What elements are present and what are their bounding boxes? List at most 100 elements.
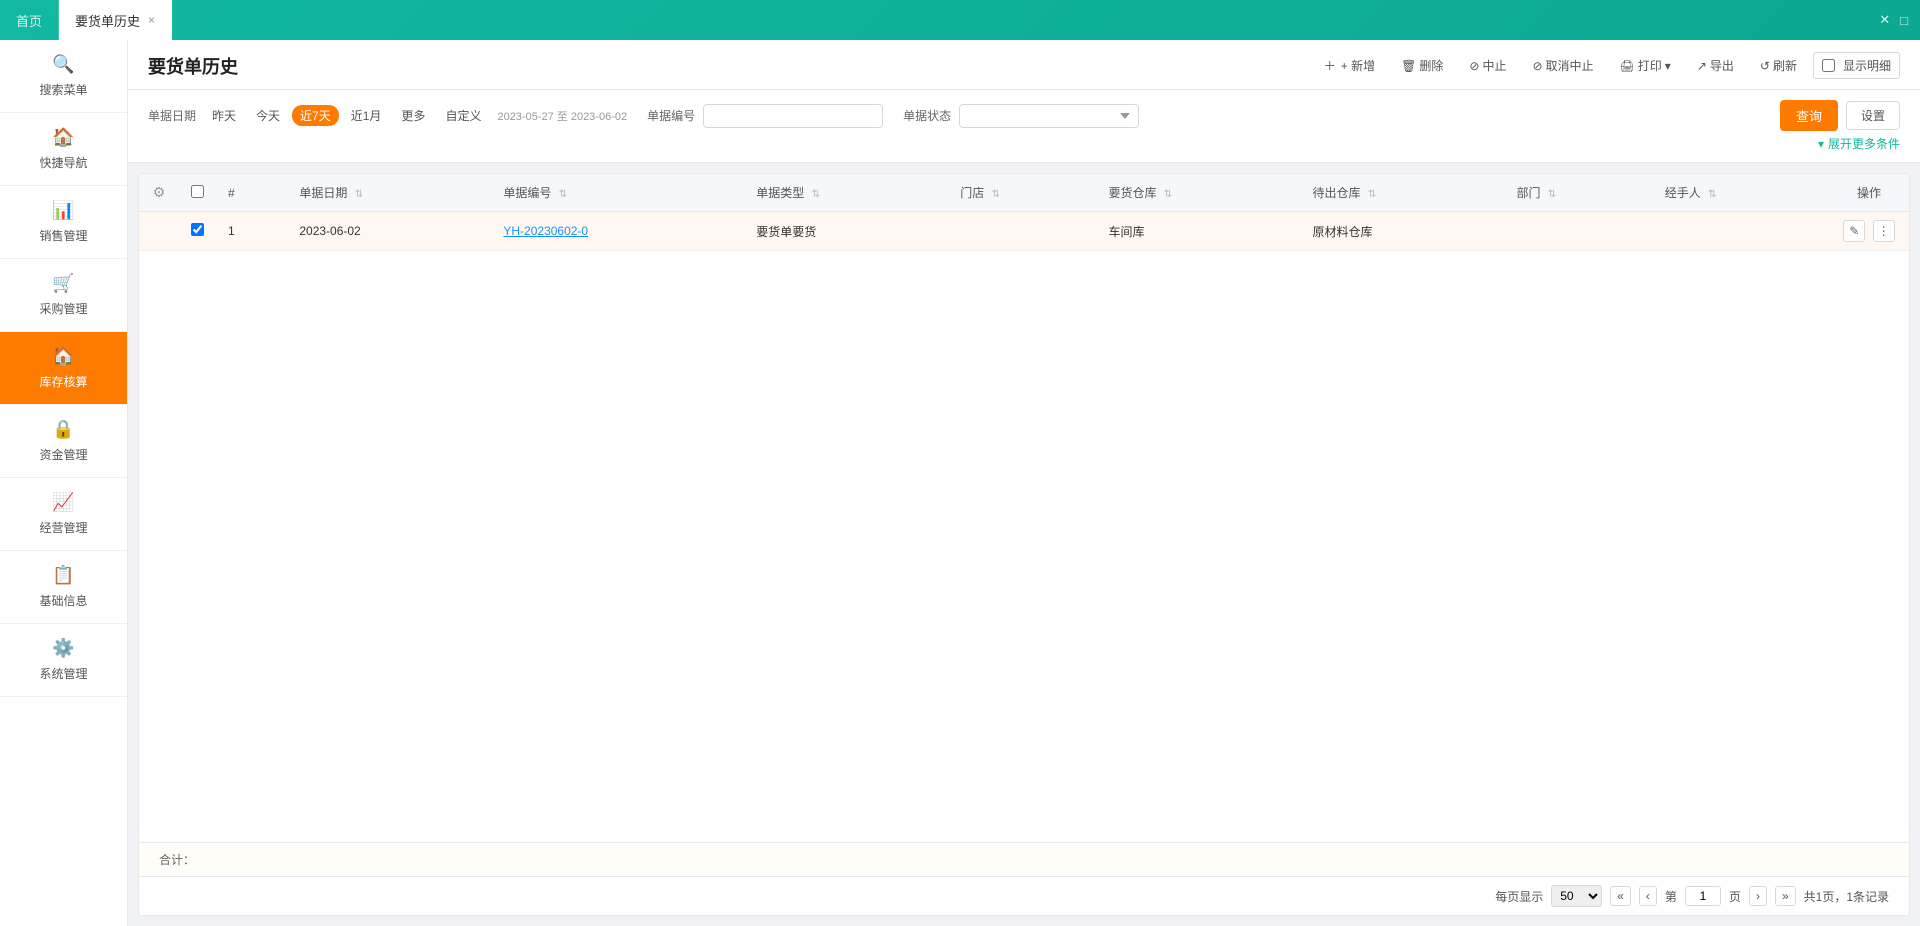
table-scroll[interactable]: ⚙ # 单据日期 ⇅ 单据编号 xyxy=(139,174,1909,842)
row-settings-col xyxy=(139,212,179,251)
first-page-btn[interactable]: « xyxy=(1610,886,1631,906)
page-header: 要货单历史 ＋ + 新增 🗑 删除 ⊘ 中止 ⊘ xyxy=(128,40,1920,90)
sidebar-item-inventory[interactable]: 🏠 库存核算 xyxy=(0,332,127,405)
tab-yaohuodan-close[interactable]: × xyxy=(148,13,155,27)
sidebar-item-sales-mgmt-label: 销售管理 xyxy=(39,227,87,244)
date-btn-yesterday[interactable]: 昨天 xyxy=(204,105,244,126)
display-detail-label: 显示明细 xyxy=(1843,57,1891,74)
th-store: 门店 ⇅ xyxy=(948,174,1096,212)
sidebar-item-base-info[interactable]: 📋 基础信息 xyxy=(0,551,127,624)
top-close-btn[interactable]: ✕ xyxy=(1879,12,1890,28)
sidebar-item-quick-nav-label: 快捷导航 xyxy=(39,154,87,171)
sidebar-item-finance-mgmt[interactable]: 🔒 资金管理 xyxy=(0,405,127,478)
doc-no-sort-icon[interactable]: ⇅ xyxy=(559,189,567,200)
filter-second-row: ▾ 展开更多条件 xyxy=(148,135,1900,152)
content-area: 要货单历史 ＋ + 新增 🗑 删除 ⊘ 中止 ⊘ xyxy=(128,40,1920,926)
th-checkbox xyxy=(179,174,216,212)
per-page-label: 每页显示 xyxy=(1495,888,1543,905)
delete-button[interactable]: 🗑 删除 xyxy=(1391,52,1453,79)
top-bar: 首页 要货单历史 × ✕ □ xyxy=(0,0,1920,40)
table-row: 1 2023-06-02 YH-20230602-0 要货单要货 车间库 原材料… xyxy=(139,212,1909,251)
row-doc-no[interactable]: YH-20230602-0 xyxy=(491,212,744,251)
sidebar-item-purchase-mgmt-label: 采购管理 xyxy=(39,300,87,317)
expand-more-btn[interactable]: ▾ 展开更多条件 xyxy=(1818,135,1900,152)
settings-button[interactable]: 设置 xyxy=(1846,101,1900,130)
sidebar-item-search-menu-label: 搜索菜单 xyxy=(39,81,87,98)
doc-status-label: 单据状态 xyxy=(903,107,951,124)
cancel-stop-button[interactable]: ⊘ 取消中止 xyxy=(1522,52,1603,79)
last-page-btn[interactable]: » xyxy=(1775,886,1796,906)
new-button[interactable]: ＋ + 新增 xyxy=(1314,52,1385,79)
display-detail-checkbox-label[interactable]: 显示明细 xyxy=(1813,52,1900,79)
print-button[interactable]: 🖨 打印 ▾ xyxy=(1610,52,1681,79)
th-doc-date-label: 单据日期 xyxy=(299,186,347,200)
store-sort-icon[interactable]: ⇅ xyxy=(992,189,1000,200)
expand-more-icon: ▾ xyxy=(1818,137,1824,151)
date-btn-custom[interactable]: 自定义 xyxy=(437,105,489,126)
cancel-stop-icon: ⊘ xyxy=(1532,59,1542,73)
doc-date-sort-icon[interactable]: ⇅ xyxy=(355,189,363,200)
stop-button[interactable]: ⊘ 中止 xyxy=(1459,52,1516,79)
row-checkbox[interactable] xyxy=(191,223,204,236)
row-req-warehouse: 车间库 xyxy=(1096,212,1300,251)
search-menu-icon: 🔍 xyxy=(52,54,74,75)
th-doc-date: 单据日期 ⇅ xyxy=(287,174,491,212)
export-button[interactable]: ↗ 导出 xyxy=(1687,52,1744,79)
handler-sort-icon[interactable]: ⇅ xyxy=(1708,189,1716,200)
purchase-mgmt-icon: 🛒 xyxy=(52,273,74,294)
doc-no-link[interactable]: YH-20230602-0 xyxy=(503,224,588,238)
next-page-btn[interactable]: › xyxy=(1749,886,1767,906)
print-label: 打印 xyxy=(1638,57,1662,74)
tab-yaohuodan[interactable]: 要货单历史 × xyxy=(59,0,172,40)
row-index: 1 xyxy=(216,212,287,251)
page-input[interactable] xyxy=(1685,886,1721,906)
display-detail-checkbox[interactable] xyxy=(1822,59,1835,72)
req-warehouse-sort-icon[interactable]: ⇅ xyxy=(1164,189,1172,200)
refresh-button[interactable]: ↺ 刷新 xyxy=(1750,52,1807,79)
summary-bar: 合计： xyxy=(139,842,1909,876)
sidebar-item-quick-nav[interactable]: 🏠 快捷导航 xyxy=(0,113,127,186)
th-req-warehouse: 要货仓库 ⇅ xyxy=(1096,174,1300,212)
row-doc-type: 要货单要货 xyxy=(744,212,948,251)
top-maximize-btn[interactable]: □ xyxy=(1900,13,1908,28)
inventory-icon: 🏠 xyxy=(52,346,74,367)
sidebar-item-ops-mgmt-label: 经营管理 xyxy=(39,519,87,536)
sidebar-item-sys-mgmt[interactable]: ⚙️ 系统管理 xyxy=(0,624,127,697)
export-label: 导出 xyxy=(1710,57,1734,74)
sidebar-item-search-menu[interactable]: 🔍 搜索菜单 xyxy=(0,40,127,113)
sidebar-item-purchase-mgmt[interactable]: 🛒 采购管理 xyxy=(0,259,127,332)
th-settings: ⚙ xyxy=(139,174,179,212)
row-checkbox-col xyxy=(179,212,216,251)
new-icon: ＋ xyxy=(1324,57,1336,74)
select-all-checkbox[interactable] xyxy=(191,185,204,198)
doc-no-input[interactable] xyxy=(703,104,883,128)
date-btn-today[interactable]: 今天 xyxy=(248,105,288,126)
sidebar-item-ops-mgmt[interactable]: 📈 经营管理 xyxy=(0,478,127,551)
dept-sort-icon[interactable]: ⇅ xyxy=(1548,189,1556,200)
ops-mgmt-icon: 📈 xyxy=(52,492,74,513)
doc-status-select[interactable] xyxy=(959,104,1139,128)
prev-page-btn[interactable]: ‹ xyxy=(1639,886,1657,906)
date-btn-more[interactable]: 更多 xyxy=(393,105,433,126)
th-req-warehouse-label: 要货仓库 xyxy=(1108,186,1156,200)
data-table: ⚙ # 单据日期 ⇅ 单据编号 xyxy=(139,174,1909,251)
doc-type-sort-icon[interactable]: ⇅ xyxy=(812,189,820,200)
th-doc-no: 单据编号 ⇅ xyxy=(491,174,744,212)
sidebar-item-sales-mgmt[interactable]: 📊 销售管理 xyxy=(0,186,127,259)
table-settings-icon[interactable]: ⚙ xyxy=(153,184,166,200)
row-edit-btn[interactable]: ✎ xyxy=(1843,220,1865,242)
date-btn-last1m[interactable]: 近1月 xyxy=(343,105,390,126)
pending-warehouse-sort-icon[interactable]: ⇅ xyxy=(1368,189,1376,200)
row-more-btn[interactable]: ⋮ xyxy=(1873,220,1895,242)
per-page-select[interactable]: 20 50 100 200 xyxy=(1551,885,1602,907)
th-doc-type-label: 单据类型 xyxy=(756,186,804,200)
filter-area: 单据日期 昨天 今天 近7天 近1月 更多 自定义 2023-05-27 至 2… xyxy=(128,90,1920,163)
date-btn-last7[interactable]: 近7天 xyxy=(292,105,339,126)
print-icon: 🖨 xyxy=(1620,59,1635,73)
query-button[interactable]: 查询 xyxy=(1780,100,1838,131)
th-index: # xyxy=(216,174,287,212)
sidebar-item-sys-mgmt-label: 系统管理 xyxy=(39,665,87,682)
th-pending-warehouse-label: 待出仓库 xyxy=(1313,186,1361,200)
page-title-row: 要货单历史 ＋ + 新增 🗑 删除 ⊘ 中止 ⊘ xyxy=(148,52,1900,79)
tab-home[interactable]: 首页 xyxy=(0,0,59,40)
